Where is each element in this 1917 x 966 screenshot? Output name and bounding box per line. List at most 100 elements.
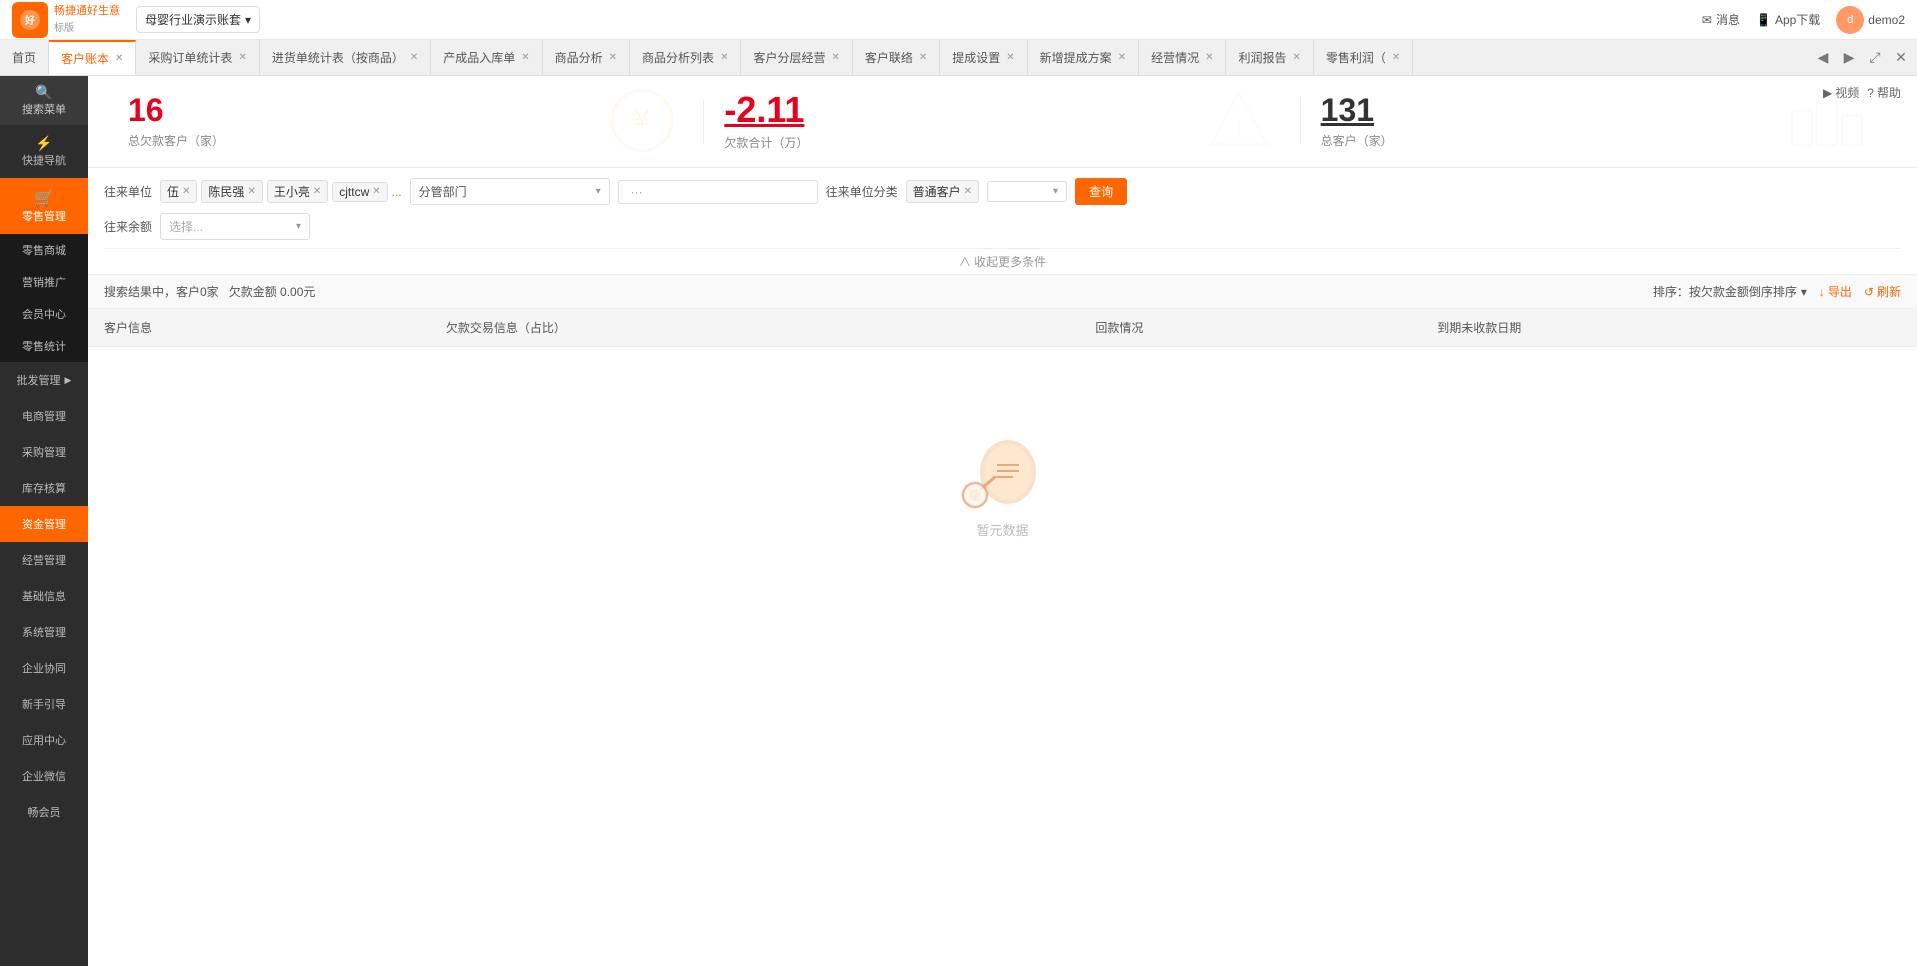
tab-scroll-right-btn[interactable]: ▶ xyxy=(1837,46,1861,70)
tab-home[interactable]: 首页 xyxy=(0,40,49,76)
tab-incoming-stats[interactable]: 进货单统计表（按商品） ✕ xyxy=(260,40,431,76)
filter-tag-chen[interactable]: 陈民强 ✕ xyxy=(201,180,262,203)
tab-close-icon[interactable]: ✕ xyxy=(115,53,123,64)
dept-select[interactable]: 分管部门 ▾ xyxy=(410,178,610,205)
app-icon: 📱 xyxy=(1756,13,1771,27)
sidebar-item-retail-mgmt[interactable]: 🛒 零售管理 xyxy=(0,178,88,234)
top-bar-left: 好 畅捷通好生意 标版 母婴行业演示账套 ▾ xyxy=(12,2,260,38)
tab-close-icon[interactable]: ✕ xyxy=(720,52,728,63)
filter-tag-wang[interactable]: 王小亮 ✕ xyxy=(267,180,328,203)
tab-promotion-settings[interactable]: 提成设置 ✕ xyxy=(940,40,1027,76)
filter-tag-cjttcw[interactable]: cjttcw ✕ xyxy=(332,182,387,202)
account-selector[interactable]: 母婴行业演示账套 ▾ xyxy=(136,6,260,33)
data-table: 客户信息 欠款交易信息（占比） 回款情况 到期未收款日期 xyxy=(88,309,1917,347)
tab-close-icon[interactable]: ✕ xyxy=(609,52,617,63)
tag-close-icon[interactable]: ✕ xyxy=(372,186,380,197)
debt-bg-icon: ! xyxy=(1207,88,1271,155)
tab-business-status[interactable]: 经营情况 ✕ xyxy=(1139,40,1226,76)
tab-expand-btn[interactable]: ⤢ xyxy=(1863,46,1887,70)
sidebar-item-retail-stats[interactable]: 零售统计 xyxy=(0,330,88,362)
tab-product-in[interactable]: 产成品入库单 ✕ xyxy=(431,40,542,76)
person-more-icon[interactable]: ··· xyxy=(631,185,643,199)
tab-close-icon[interactable]: ✕ xyxy=(831,52,839,63)
collapse-bar[interactable]: ∧ 收起更多条件 xyxy=(104,248,1901,274)
tab-close-all-btn[interactable]: ✕ xyxy=(1889,46,1913,70)
sidebar-item-wholesale-mgmt[interactable]: 批发管理 ▶ xyxy=(0,362,88,398)
unit-class-chevron-icon: ▾ xyxy=(1053,186,1058,197)
balance-select[interactable]: 选择... ▾ xyxy=(160,213,310,240)
collapse-up-icon: ∧ xyxy=(959,255,971,269)
refresh-btn[interactable]: ↺ 刷新 xyxy=(1864,283,1901,300)
tab-close-icon[interactable]: ✕ xyxy=(919,52,927,63)
tab-new-promotion[interactable]: 新增提成方案 ✕ xyxy=(1028,40,1139,76)
tab-scroll-left-btn[interactable]: ◀ xyxy=(1811,46,1835,70)
tab-close-icon[interactable]: ✕ xyxy=(1392,52,1400,63)
sidebar-item-basic[interactable]: 基础信息 xyxy=(0,578,88,614)
tab-profit-report[interactable]: 利润报告 ✕ xyxy=(1226,40,1313,76)
filter-tag-wu[interactable]: 伍 ✕ xyxy=(160,180,197,203)
avatar: d xyxy=(1836,6,1864,34)
sidebar-item-ecommerce[interactable]: 电商管理 xyxy=(0,398,88,434)
tag-close-icon[interactable]: ✕ xyxy=(313,186,321,197)
unit-class-label: 往来单位分类 xyxy=(826,183,898,200)
svg-text:好: 好 xyxy=(24,14,35,27)
svg-text:!: ! xyxy=(1236,118,1241,138)
tab-close-icon[interactable]: ✕ xyxy=(410,52,418,63)
sidebar-item-retail-mall[interactable]: 零售商城 xyxy=(0,234,88,266)
sidebar-item-finance[interactable]: 资金管理 xyxy=(0,506,88,542)
tab-purchase-order[interactable]: 采购订单统计表 ✕ xyxy=(136,40,259,76)
filter-unit-class-tags: 普通客户 ✕ xyxy=(906,180,979,203)
customers-bg-icon: ¥ xyxy=(610,88,674,155)
sidebar-nav-shortcut[interactable]: ⚡ 快捷导航 xyxy=(0,125,88,178)
tab-customer-account[interactable]: 客户账本 ✕ xyxy=(49,40,136,76)
tab-product-analysis[interactable]: 商品分析 ✕ xyxy=(543,40,630,76)
sort-selector[interactable]: 排序：按欠款金额倒序排序 ▾ xyxy=(1653,283,1807,300)
sidebar-item-marketing[interactable]: 营销推广 xyxy=(0,266,88,298)
sidebar-item-enterprise-collab[interactable]: 企业协同 xyxy=(0,650,88,686)
tab-customer-contact[interactable]: 客户联络 ✕ xyxy=(853,40,940,76)
tab-close-icon[interactable]: ✕ xyxy=(1118,52,1126,63)
sidebar-item-member-pro[interactable]: 畅会员 xyxy=(0,794,88,830)
table-area: 客户信息 欠款交易信息（占比） 回款情况 到期未收款日期 xyxy=(88,309,1917,966)
tab-product-analysis-list[interactable]: 商品分析列表 ✕ xyxy=(630,40,741,76)
nav-icon: ⚡ xyxy=(0,135,88,152)
export-btn[interactable]: ↓ 导出 xyxy=(1819,283,1852,300)
filter-tag-more-btn[interactable]: ... xyxy=(392,185,402,199)
tab-retail-profit[interactable]: 零售利润（ ✕ xyxy=(1314,40,1413,76)
tab-close-icon[interactable]: ✕ xyxy=(238,52,246,63)
sidebar-search[interactable]: 🔍 搜索菜单 xyxy=(0,76,88,125)
tag-close-icon[interactable]: ✕ xyxy=(247,186,255,197)
logo-sub: 标版 xyxy=(54,19,120,34)
top-bar-right: ✉ 消息 📱 App下载 d demo2 xyxy=(1702,6,1905,34)
tab-customer-segment[interactable]: 客户分层经营 ✕ xyxy=(741,40,852,76)
logo-text: 畅捷通好生意 xyxy=(54,5,120,18)
chevron-right-icon: ▶ xyxy=(65,375,72,386)
tab-close-icon[interactable]: ✕ xyxy=(1293,52,1301,63)
message-btn[interactable]: ✉ 消息 xyxy=(1702,11,1740,28)
unit-label: 往来单位 xyxy=(104,183,152,200)
sidebar-item-member[interactable]: 会员中心 xyxy=(0,298,88,330)
sidebar-item-system[interactable]: 系统管理 xyxy=(0,614,88,650)
results-actions: 排序：按欠款金额倒序排序 ▾ ↓ 导出 ↺ 刷新 xyxy=(1653,283,1901,300)
tab-close-icon[interactable]: ✕ xyxy=(1205,52,1213,63)
sidebar-item-operations[interactable]: 经营管理 xyxy=(0,542,88,578)
sidebar-item-enterprise-wechat[interactable]: 企业微信 xyxy=(0,758,88,794)
sidebar-item-inventory[interactable]: 库存核算 xyxy=(0,470,88,506)
filter-tag-normal-customer[interactable]: 普通客户 ✕ xyxy=(906,180,979,203)
total-customers-value: 16 xyxy=(128,94,684,126)
app-download-btn[interactable]: 📱 App下载 xyxy=(1756,11,1820,28)
stat-all-customers: 131 总客户（家） xyxy=(1301,94,1897,149)
tag-close-icon[interactable]: ✕ xyxy=(964,186,972,197)
unit-class-select[interactable]: ▾ xyxy=(987,181,1067,202)
sidebar-item-newbie[interactable]: 新手引导 xyxy=(0,686,88,722)
tag-close-icon[interactable]: ✕ xyxy=(182,186,190,197)
user-avatar[interactable]: d demo2 xyxy=(1836,6,1905,34)
sidebar-item-purchase[interactable]: 采购管理 xyxy=(0,434,88,470)
tab-close-icon[interactable]: ✕ xyxy=(1006,52,1014,63)
tab-close-icon[interactable]: ✕ xyxy=(521,52,529,63)
tab-bar-actions: ◀ ▶ ⤢ ✕ xyxy=(1807,46,1917,70)
sidebar-item-app-center[interactable]: 应用中心 xyxy=(0,722,88,758)
layout: 🔍 搜索菜单 ⚡ 快捷导航 🛒 零售管理 零售商城 营销推广 会员中心 零售统计… xyxy=(0,76,1917,966)
person-select[interactable]: ··· xyxy=(618,180,818,204)
query-button[interactable]: 查询 xyxy=(1075,178,1127,205)
